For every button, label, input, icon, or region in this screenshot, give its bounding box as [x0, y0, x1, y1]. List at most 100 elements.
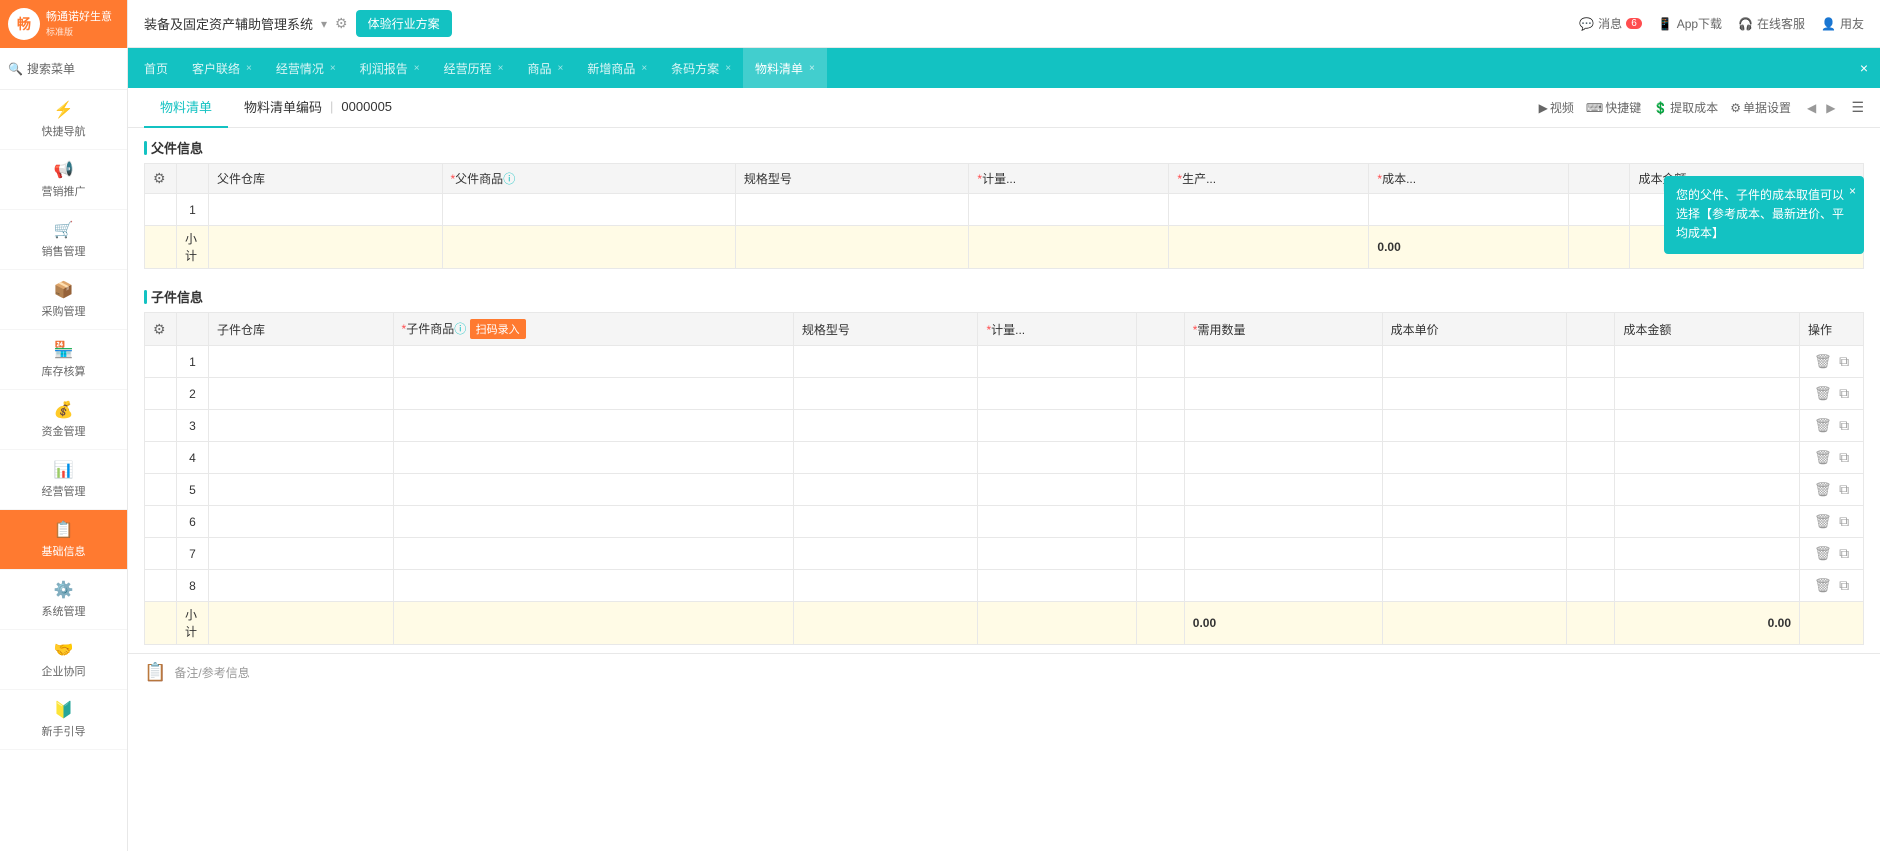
child-row3-qty[interactable] [1184, 410, 1382, 442]
tab-customer[interactable]: 客户联络 × [180, 48, 264, 88]
child-row5-measure[interactable] [978, 474, 1136, 506]
tab-operation-status-close[interactable]: × [330, 63, 336, 74]
child-row3-spec[interactable] [793, 410, 978, 442]
child-row5-spec[interactable] [793, 474, 978, 506]
view-action[interactable]: ▶ 视频 [1539, 99, 1574, 116]
child-row7-qty[interactable] [1184, 538, 1382, 570]
child-row3-warehouse[interactable] [209, 410, 394, 442]
prev-arrow[interactable]: ◀ [1803, 99, 1820, 117]
copy-icon-row2[interactable]: ⧉ [1837, 383, 1851, 403]
user-menu[interactable]: 👤 用友 [1821, 15, 1864, 32]
tab-operation-status[interactable]: 经营情况 × [264, 48, 348, 88]
dropdown-icon[interactable]: ▾ [321, 17, 327, 31]
sidebar-item-guide[interactable]: 🔰 新手引导 [0, 690, 127, 750]
tab-customer-close[interactable]: × [246, 63, 252, 74]
child-row7-measure[interactable] [978, 538, 1136, 570]
tab-barcode-close[interactable]: × [725, 63, 731, 74]
parent-row1-cost[interactable] [1369, 194, 1569, 226]
next-arrow[interactable]: ▶ [1822, 99, 1839, 117]
online-service-button[interactable]: 🎧 在线客服 [1738, 15, 1805, 32]
child-row1-spec[interactable] [793, 346, 978, 378]
delete-icon-row8[interactable]: 🗑 [1812, 575, 1834, 595]
child-row2-qty[interactable] [1184, 378, 1382, 410]
tab-product[interactable]: 商品 × [515, 48, 575, 88]
child-row7-warehouse[interactable] [209, 538, 394, 570]
child-row6-spec[interactable] [793, 506, 978, 538]
child-row4-qty[interactable] [1184, 442, 1382, 474]
child-row2-spec[interactable] [793, 378, 978, 410]
child-row5-qty[interactable] [1184, 474, 1382, 506]
child-row4-measure[interactable] [978, 442, 1136, 474]
delete-icon-row5[interactable]: 🗑 [1812, 479, 1834, 499]
child-row8-unit-cost[interactable] [1382, 570, 1567, 602]
child-row5-unit-cost[interactable] [1382, 474, 1567, 506]
child-row5-warehouse[interactable] [209, 474, 394, 506]
sidebar-item-purchase[interactable]: 📦 采购管理 [0, 270, 127, 330]
child-row7-product[interactable] [393, 538, 793, 570]
scan-button[interactable]: 扫码录入 [470, 319, 526, 339]
sidebar-search-container[interactable]: 🔍 搜索菜单 [0, 48, 127, 90]
delete-icon-row1[interactable]: 🗑 [1812, 351, 1834, 371]
trial-button[interactable]: 体验行业方案 [356, 10, 452, 37]
tab-new-product-close[interactable]: × [641, 63, 647, 74]
tab-bom-close[interactable]: × [809, 63, 815, 74]
delete-icon-row2[interactable]: 🗑 [1812, 383, 1834, 403]
tab-bom[interactable]: 物料清单 × [743, 48, 827, 88]
sidebar-item-finance[interactable]: 💰 资金管理 [0, 390, 127, 450]
parent-row1-warehouse[interactable] [209, 194, 443, 226]
child-row3-product[interactable] [393, 410, 793, 442]
copy-icon-row8[interactable]: ⧉ [1837, 575, 1851, 595]
parent-row1-spec[interactable] [735, 194, 969, 226]
child-row1-measure[interactable] [978, 346, 1136, 378]
tab-profit[interactable]: 利润报告 × [348, 48, 432, 88]
child-row6-warehouse[interactable] [209, 506, 394, 538]
child-row5-product[interactable] [393, 474, 793, 506]
child-row1-qty[interactable] [1184, 346, 1382, 378]
child-row4-spec[interactable] [793, 442, 978, 474]
sidebar-item-operation[interactable]: 📊 经营管理 [0, 450, 127, 510]
app-download-button[interactable]: 📱 App下载 [1658, 15, 1722, 32]
child-row8-warehouse[interactable] [209, 570, 394, 602]
child-row2-measure[interactable] [978, 378, 1136, 410]
delete-icon-row7[interactable]: 🗑 [1812, 543, 1834, 563]
child-row6-unit-cost[interactable] [1382, 506, 1567, 538]
child-row8-product[interactable] [393, 570, 793, 602]
child-row1-product[interactable] [393, 346, 793, 378]
parent-settings-icon[interactable]: ⚙ [153, 170, 166, 186]
tab-home[interactable]: 首页 [132, 48, 180, 88]
sidebar-item-system[interactable]: ⚙️ 系统管理 [0, 570, 127, 630]
message-button[interactable]: 💬 消息 6 [1579, 15, 1642, 32]
child-row6-qty[interactable] [1184, 506, 1382, 538]
child-row2-warehouse[interactable] [209, 378, 394, 410]
child-row7-unit-cost[interactable] [1382, 538, 1567, 570]
copy-icon-row1[interactable]: ⧉ [1837, 351, 1851, 371]
sidebar-item-basic[interactable]: 📋 基础信息 [0, 510, 127, 570]
tab-new-product[interactable]: 新增商品 × [575, 48, 659, 88]
search-menu-button[interactable]: 🔍 搜索菜单 [8, 56, 119, 81]
grid-view-icon[interactable]: ☰ [1851, 99, 1864, 116]
sidebar-item-enterprise[interactable]: 🤝 企业协同 [0, 630, 127, 690]
child-row2-unit-cost[interactable] [1382, 378, 1567, 410]
sub-tab-bom-list[interactable]: 物料清单 [144, 88, 228, 128]
child-row7-spec[interactable] [793, 538, 978, 570]
sidebar-item-inventory[interactable]: 🏪 库存核算 [0, 330, 127, 390]
child-row4-product[interactable] [393, 442, 793, 474]
child-row4-warehouse[interactable] [209, 442, 394, 474]
child-row8-qty[interactable] [1184, 570, 1382, 602]
copy-icon-row5[interactable]: ⧉ [1837, 479, 1851, 499]
child-row6-product[interactable] [393, 506, 793, 538]
close-all-tabs[interactable]: × [1852, 60, 1876, 76]
child-row8-spec[interactable] [793, 570, 978, 602]
child-row6-measure[interactable] [978, 506, 1136, 538]
shortcut-action[interactable]: ⌨ 快捷键 [1586, 99, 1641, 116]
child-row2-product[interactable] [393, 378, 793, 410]
child-row1-warehouse[interactable] [209, 346, 394, 378]
parent-row1-production[interactable] [1169, 194, 1369, 226]
child-row3-unit-cost[interactable] [1382, 410, 1567, 442]
copy-icon-row7[interactable]: ⧉ [1837, 543, 1851, 563]
child-row8-measure[interactable] [978, 570, 1136, 602]
copy-icon-row6[interactable]: ⧉ [1837, 511, 1851, 531]
sidebar-item-quick-nav[interactable]: ⚡ 快捷导航 [0, 90, 127, 150]
tooltip-close-button[interactable]: × [1849, 182, 1856, 201]
tab-history-close[interactable]: × [498, 63, 504, 74]
